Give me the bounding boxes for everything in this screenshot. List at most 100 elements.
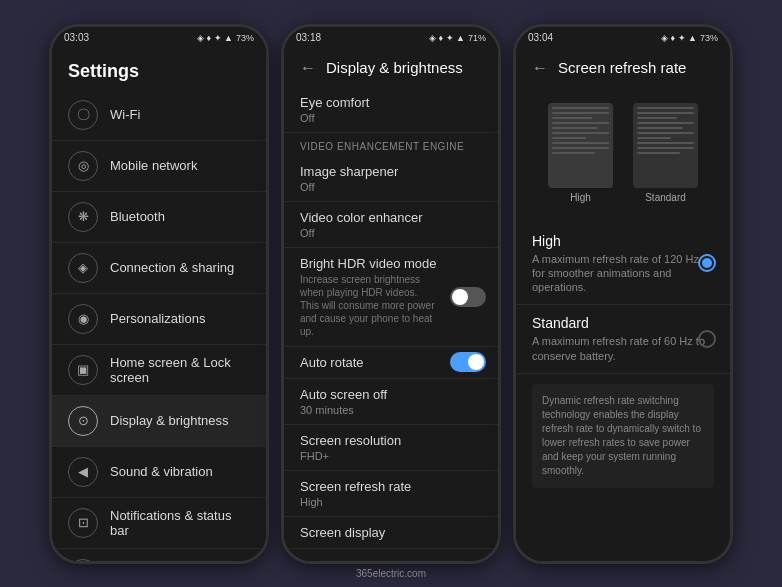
- phone2-time: 03:18: [296, 32, 321, 43]
- high-option-title: High: [532, 233, 714, 249]
- mobile-icon: ◎: [68, 151, 98, 181]
- preview-line: [637, 147, 694, 149]
- phone3-header: Screen refresh rate: [558, 59, 686, 76]
- bright-hdr-toggle[interactable]: [450, 287, 486, 307]
- toggle-knob-on: [468, 354, 484, 370]
- phone3-screen: ← Screen refresh rate: [516, 49, 730, 561]
- preview-standard[interactable]: Standard: [633, 103, 698, 207]
- menu-auto-screen-off[interactable]: Auto screen off 30 minutes: [284, 379, 498, 425]
- bright-hdr-toggle-switch[interactable]: [450, 287, 486, 307]
- radio-dot: [702, 258, 712, 268]
- menu-bright-hdr[interactable]: Bright HDR video mode Increase screen br…: [284, 248, 498, 347]
- high-radio[interactable]: [698, 254, 716, 272]
- password-icon: ⊗: [68, 559, 98, 561]
- image-sharpener-title: Image sharpener: [300, 164, 482, 179]
- main-container: 03:03 ◈ ♦ ✦ ▲ 73% Settings 〇 Wi-Fi ◎ Mob…: [0, 0, 782, 587]
- preview-line: [552, 107, 609, 109]
- screen-refresh-sub: High: [300, 496, 482, 508]
- screen-resolution-title: Screen resolution: [300, 433, 482, 448]
- mobile-label: Mobile network: [110, 158, 197, 173]
- phone3-status-bar: 03:04 ◈ ♦ ✦ ▲ 73%: [516, 27, 730, 49]
- settings-item-homescreen[interactable]: ▣ Home screen & Lock screen: [52, 345, 266, 396]
- preview-line: [637, 117, 677, 119]
- display-icon: ⊙: [68, 406, 98, 436]
- preview-line: [552, 117, 592, 119]
- preview-high-lines: [548, 103, 613, 188]
- preview-line: [552, 147, 609, 149]
- bright-hdr-title: Bright HDR video mode: [300, 256, 438, 271]
- preview-line: [637, 112, 694, 114]
- preview-high-box: [548, 103, 613, 188]
- menu-screen-display[interactable]: Screen display: [284, 517, 498, 549]
- phone3-nav-header: ← Screen refresh rate: [516, 49, 730, 87]
- refresh-option-high[interactable]: High A maximum refresh rate of 120 Hz fo…: [516, 223, 730, 306]
- homescreen-icon: ▣: [68, 355, 98, 385]
- settings-item-notifications[interactable]: ⊡ Notifications & status bar: [52, 498, 266, 549]
- refresh-info-text: Dynamic refresh rate switching technolog…: [542, 394, 704, 478]
- high-option-desc: A maximum refresh rate of 120 Hz for smo…: [532, 252, 714, 295]
- menu-screen-resolution[interactable]: Screen resolution FHD+: [284, 425, 498, 471]
- wifi-icon: 〇: [68, 100, 98, 130]
- standard-option-title: Standard: [532, 315, 714, 331]
- video-color-title: Video color enhancer: [300, 210, 482, 225]
- phone1-header: Settings: [52, 49, 266, 90]
- settings-item-wifi[interactable]: 〇 Wi-Fi: [52, 90, 266, 141]
- bright-hdr-desc: Increase screen brightness when playing …: [300, 273, 438, 338]
- menu-video-color[interactable]: Video color enhancer Off: [284, 202, 498, 248]
- phone2-status-icons: ◈ ♦ ✦ ▲ 71%: [429, 33, 486, 43]
- preview-line: [552, 112, 609, 114]
- bluetooth-icon: ❋: [68, 202, 98, 232]
- eye-comfort-title: Eye comfort: [300, 95, 482, 110]
- preview-high[interactable]: High: [548, 103, 613, 207]
- menu-eye-comfort[interactable]: Eye comfort Off: [284, 87, 498, 133]
- watermark: 365electric.com: [0, 568, 782, 579]
- auto-screen-off-title: Auto screen off: [300, 387, 482, 402]
- notifications-icon: ⊡: [68, 508, 98, 538]
- image-sharpener-sub: Off: [300, 181, 482, 193]
- display-label: Display & brightness: [110, 413, 229, 428]
- personalization-icon: ◉: [68, 304, 98, 334]
- refresh-option-standard[interactable]: Standard A maximum refresh rate of 60 Hz…: [516, 305, 730, 374]
- auto-rotate-toggle-switch[interactable]: [450, 352, 486, 372]
- settings-item-sound[interactable]: ◀ Sound & vibration: [52, 447, 266, 498]
- phone1-frame: 03:03 ◈ ♦ ✦ ▲ 73% Settings 〇 Wi-Fi ◎ Mob…: [49, 24, 269, 564]
- preview-high-label: High: [566, 188, 595, 207]
- connection-icon: ◈: [68, 253, 98, 283]
- video-section-label: VIDEO ENHANCEMENT ENGINE: [284, 133, 498, 156]
- standard-option-desc: A maximum refresh rate of 60 Hz to conse…: [532, 334, 714, 363]
- preview-standard-box: [633, 103, 698, 188]
- preview-line: [637, 132, 694, 134]
- phone1-screen: Settings 〇 Wi-Fi ◎ Mobile network ❋ Blue…: [52, 49, 266, 561]
- phone3-back-button[interactable]: ←: [532, 59, 548, 77]
- menu-image-sharpener[interactable]: Image sharpener Off: [284, 156, 498, 202]
- preview-standard-lines: [633, 103, 698, 188]
- settings-item-mobile[interactable]: ◎ Mobile network: [52, 141, 266, 192]
- phone2-frame: 03:18 ◈ ♦ ✦ ▲ 71% ← Display & brightness…: [281, 24, 501, 564]
- wifi-label: Wi-Fi: [110, 107, 140, 122]
- preview-line: [637, 127, 683, 129]
- phone2-back-button[interactable]: ←: [300, 59, 316, 77]
- menu-screen-refresh[interactable]: Screen refresh rate High ←: [284, 471, 498, 517]
- auto-rotate-toggle[interactable]: [450, 352, 486, 372]
- bluetooth-label: Bluetooth: [110, 209, 165, 224]
- phone2-status-bar: 03:18 ◈ ♦ ✦ ▲ 71%: [284, 27, 498, 49]
- standard-radio[interactable]: [698, 330, 716, 348]
- preview-line: [637, 137, 671, 139]
- preview-standard-label: Standard: [641, 188, 690, 207]
- screen-refresh-title: Screen refresh rate: [300, 479, 482, 494]
- settings-item-bluetooth[interactable]: ❋ Bluetooth: [52, 192, 266, 243]
- settings-item-display[interactable]: ⊙ Display & brightness ←: [52, 396, 266, 447]
- phone3-frame: 03:04 ◈ ♦ ✦ ▲ 73% ← Screen refresh rate: [513, 24, 733, 564]
- phone3-status-icons: ◈ ♦ ✦ ▲ 73%: [661, 33, 718, 43]
- settings-item-connection[interactable]: ◈ Connection & sharing: [52, 243, 266, 294]
- preview-line: [552, 132, 609, 134]
- notifications-label: Notifications & status bar: [110, 508, 250, 538]
- phone1-time: 03:03: [64, 32, 89, 43]
- menu-auto-rotate[interactable]: Auto rotate: [284, 347, 498, 379]
- preview-line: [552, 122, 609, 124]
- refresh-info-box: Dynamic refresh rate switching technolog…: [532, 384, 714, 488]
- phone2-header: Display & brightness: [326, 59, 463, 76]
- settings-item-password[interactable]: ⊗ Password & security: [52, 549, 266, 561]
- preview-line: [552, 137, 586, 139]
- settings-item-personalization[interactable]: ◉ Personalizations: [52, 294, 266, 345]
